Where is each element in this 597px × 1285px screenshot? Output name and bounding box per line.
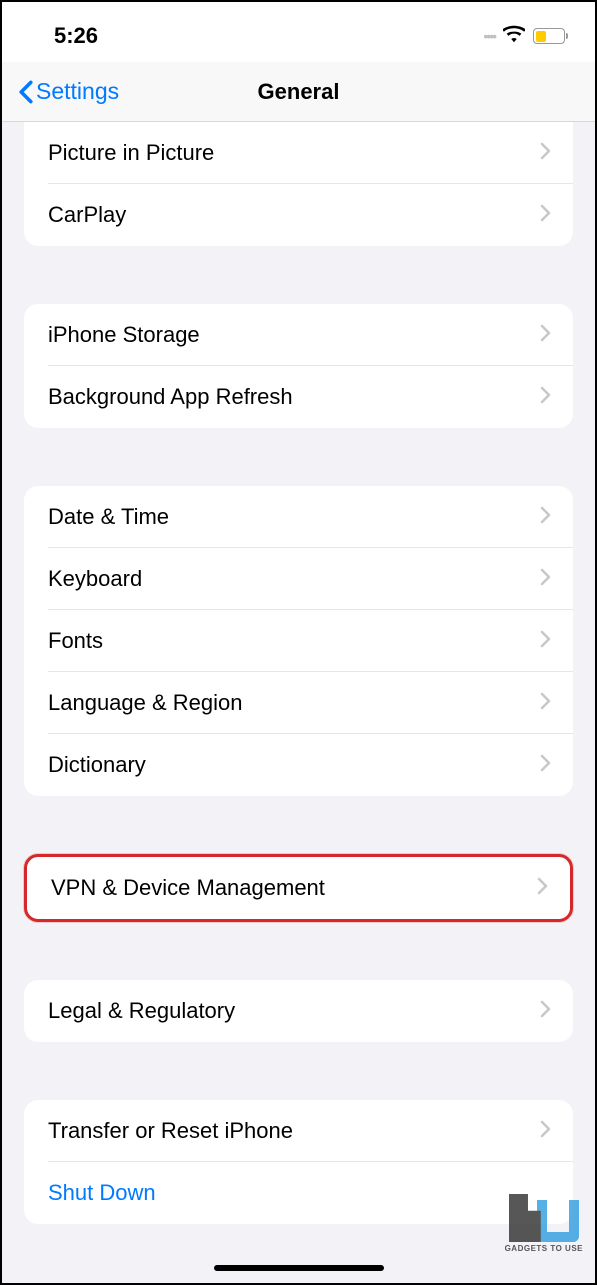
settings-item-label: CarPlay [48, 202, 126, 228]
settings-item-transfer-or-reset-iphone[interactable]: Transfer or Reset iPhone [24, 1100, 573, 1162]
settings-item-label: Background App Refresh [48, 384, 293, 410]
settings-item-vpn-device-management[interactable]: VPN & Device Management [27, 857, 570, 919]
chevron-right-icon [540, 142, 551, 165]
highlight-annotation: VPN & Device Management [24, 854, 573, 922]
watermark-text: GADGETS TO USE [505, 1244, 583, 1253]
wifi-icon [503, 25, 525, 48]
settings-group: iPhone Storage Background App Refresh [24, 304, 573, 428]
chevron-right-icon [537, 877, 548, 900]
settings-item-language-region[interactable]: Language & Region [24, 672, 573, 734]
settings-group: Date & Time Keyboard Fonts Language & Regio… [24, 486, 573, 796]
watermark-logo [509, 1194, 579, 1242]
settings-item-iphone-storage[interactable]: iPhone Storage [24, 304, 573, 366]
chevron-right-icon [540, 204, 551, 227]
page-title: General [258, 79, 340, 105]
chevron-right-icon [540, 1120, 551, 1143]
settings-item-dictionary[interactable]: Dictionary [24, 734, 573, 796]
settings-group: Legal & Regulatory [24, 980, 573, 1042]
settings-item-label: Picture in Picture [48, 140, 214, 166]
settings-item-background-app-refresh[interactable]: Background App Refresh [24, 366, 573, 428]
settings-group: Transfer or Reset iPhone Shut Down [24, 1100, 573, 1224]
settings-item-label: VPN & Device Management [51, 875, 325, 901]
settings-item-label: Keyboard [48, 566, 142, 592]
settings-item-label: Shut Down [48, 1180, 156, 1206]
settings-group: Picture in Picture CarPlay [24, 122, 573, 246]
settings-item-keyboard[interactable]: Keyboard [24, 548, 573, 610]
settings-item-date-time[interactable]: Date & Time [24, 486, 573, 548]
chevron-left-icon [18, 80, 34, 104]
settings-item-label: Fonts [48, 628, 103, 654]
chevron-right-icon [540, 630, 551, 653]
settings-item-shut-down[interactable]: Shut Down [24, 1162, 573, 1224]
chevron-right-icon [540, 754, 551, 777]
status-bar: 5:26 •••• [2, 2, 595, 62]
settings-item-label: Transfer or Reset iPhone [48, 1118, 293, 1144]
chevron-right-icon [540, 692, 551, 715]
back-label: Settings [36, 78, 119, 105]
settings-item-fonts[interactable]: Fonts [24, 610, 573, 672]
settings-item-label: Dictionary [48, 752, 146, 778]
back-button[interactable]: Settings [2, 78, 119, 105]
settings-item-label: Language & Region [48, 690, 243, 716]
status-icons: •••• [483, 25, 565, 48]
settings-item-legal-regulatory[interactable]: Legal & Regulatory [24, 980, 573, 1042]
settings-group: VPN & Device Management [27, 857, 570, 919]
settings-item-label: Date & Time [48, 504, 169, 530]
chevron-right-icon [540, 1000, 551, 1023]
settings-item-label: Legal & Regulatory [48, 998, 235, 1024]
battery-icon [533, 28, 565, 44]
cellular-dots-icon: •••• [483, 28, 495, 44]
chevron-right-icon [540, 568, 551, 591]
settings-item-label: iPhone Storage [48, 322, 200, 348]
status-time: 5:26 [54, 23, 98, 49]
chevron-right-icon [540, 324, 551, 347]
settings-content: Picture in Picture CarPlay iPhone Storage B… [2, 122, 595, 1283]
settings-item-carplay[interactable]: CarPlay [24, 184, 573, 246]
watermark: GADGETS TO USE [505, 1194, 583, 1253]
chevron-right-icon [540, 506, 551, 529]
settings-item-picture-in-picture[interactable]: Picture in Picture [24, 122, 573, 184]
home-indicator[interactable] [214, 1265, 384, 1271]
chevron-right-icon [540, 386, 551, 409]
nav-bar: Settings General [2, 62, 595, 122]
